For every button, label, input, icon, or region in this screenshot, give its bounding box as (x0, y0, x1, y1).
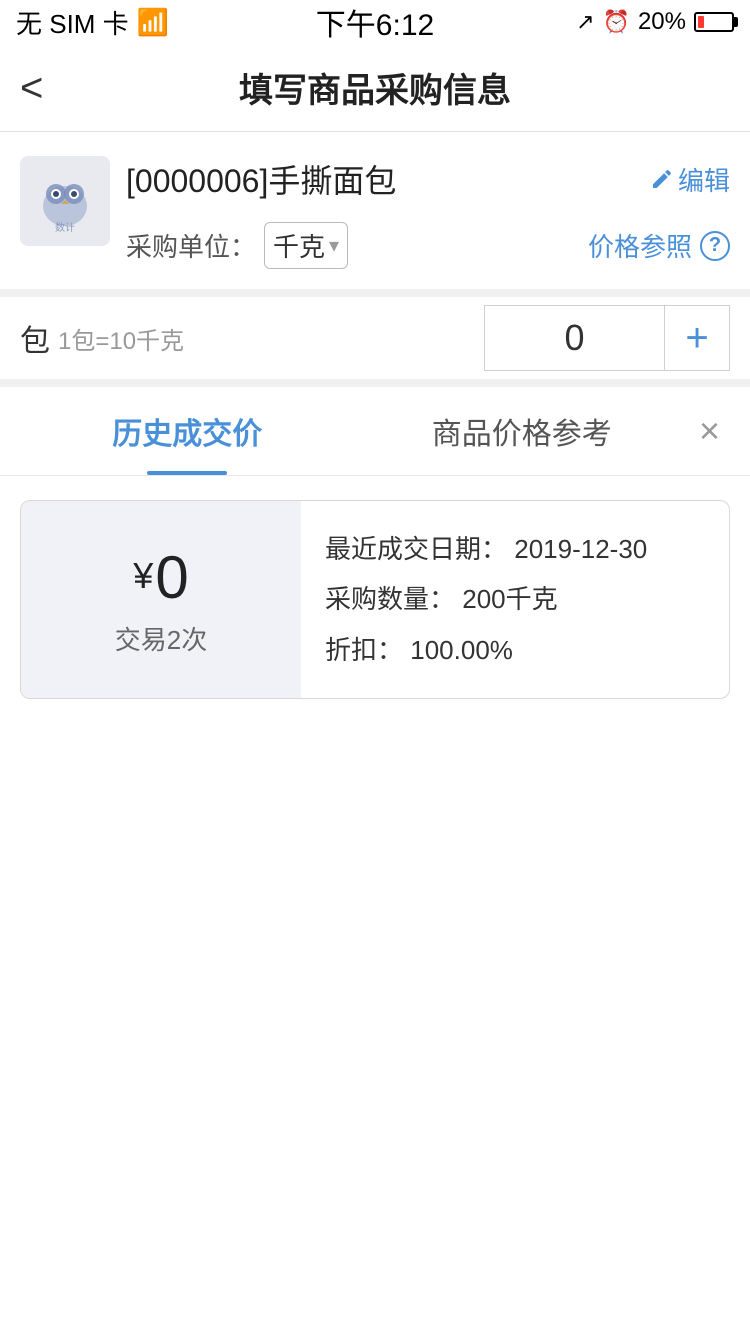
back-button[interactable]: < (20, 68, 43, 108)
battery-icon (694, 12, 734, 32)
recent-date-row: 最近成交日期： 2019-12-30 (325, 531, 705, 567)
price-value: 0 (155, 543, 188, 612)
product-thumbnail: 数计 (20, 156, 110, 246)
price-amount: ¥ 0 (133, 543, 188, 612)
qty-plus-button[interactable]: + (664, 305, 730, 371)
nav-bar: < 填写商品采购信息 (0, 44, 750, 132)
price-ref-button[interactable]: 价格参照 ? (588, 227, 730, 264)
edit-button[interactable]: 编辑 (650, 161, 730, 198)
tab-history-price[interactable]: 历史成交价 (20, 387, 354, 475)
discount-label: 折扣： (325, 635, 403, 665)
close-button[interactable]: × (689, 400, 730, 462)
tab-row: 历史成交价 商品价格参考 × (0, 387, 750, 475)
price-right: 最近成交日期： 2019-12-30 采购数量： 200千克 折扣： 100.0… (301, 501, 729, 698)
discount-row: 折扣： 100.00% (325, 632, 705, 668)
qty-row-value: 200千克 (462, 584, 557, 614)
qty-input[interactable] (484, 305, 664, 371)
chevron-down-icon: ▾ (329, 233, 339, 258)
empty-space (0, 723, 750, 1323)
recent-date-value: 2019-12-30 (514, 534, 647, 564)
sim-label: 无 SIM 卡 (16, 4, 129, 41)
price-cards: ¥ 0 交易2次 最近成交日期： 2019-12-30 采购数量： 200千克 … (0, 476, 750, 723)
product-section: 数计 [0000006]手撕面包 编辑 采购单位： 千克 ▾ (0, 132, 750, 297)
price-ref-label: 价格参照 (588, 227, 692, 264)
status-left: 无 SIM 卡 📶 (16, 4, 169, 41)
help-icon: ? (700, 231, 730, 261)
clock: 下午6:12 (316, 0, 434, 44)
wifi-icon: 📶 (137, 7, 169, 38)
trade-count: 交易2次 (115, 620, 207, 657)
status-right: ↗ ⏰ 20% (576, 8, 734, 36)
edit-icon (650, 167, 674, 191)
currency-symbol: ¥ (133, 555, 153, 597)
discount-value: 100.00% (410, 635, 513, 665)
svg-text:数计: 数计 (55, 221, 75, 234)
qty-input-group: + (484, 305, 730, 371)
unit-select[interactable]: 千克 ▾ (264, 222, 348, 269)
quantity-section: 包 1包=10千克 + (0, 297, 750, 387)
tab-history-label: 历史成交价 (112, 409, 262, 453)
tab-underline (147, 471, 227, 475)
tab-panel: 历史成交价 商品价格参考 × (0, 387, 750, 476)
product-info: [0000006]手撕面包 编辑 采购单位： 千克 ▾ 价格 (126, 156, 730, 269)
product-name: [0000006]手撕面包 (126, 156, 396, 202)
qty-row: 采购数量： 200千克 (325, 581, 705, 617)
qty-row-label: 采购数量： (325, 584, 455, 614)
qty-unit-hint: 1包=10千克 (58, 321, 184, 356)
tab-product-price[interactable]: 商品价格参考 (354, 387, 688, 475)
battery-label: 20% (638, 8, 686, 36)
unit-label: 采购单位： (126, 227, 256, 264)
unit-row: 采购单位： 千克 ▾ (126, 222, 348, 269)
price-card: ¥ 0 交易2次 最近成交日期： 2019-12-30 采购数量： 200千克 … (20, 500, 730, 699)
tab-product-label: 商品价格参考 (432, 409, 612, 453)
product-logo-icon: 数计 (30, 166, 100, 236)
page-title: 填写商品采购信息 (239, 63, 511, 112)
qty-unit-label: 包 (20, 316, 50, 360)
price-left: ¥ 0 交易2次 (21, 501, 301, 698)
unit-value: 千克 (273, 227, 325, 264)
alarm-icon: ⏰ (603, 9, 630, 35)
recent-date-label: 最近成交日期： (325, 534, 507, 564)
location-icon: ↗ (576, 9, 594, 35)
status-bar: 无 SIM 卡 📶 下午6:12 ↗ ⏰ 20% (0, 0, 750, 44)
